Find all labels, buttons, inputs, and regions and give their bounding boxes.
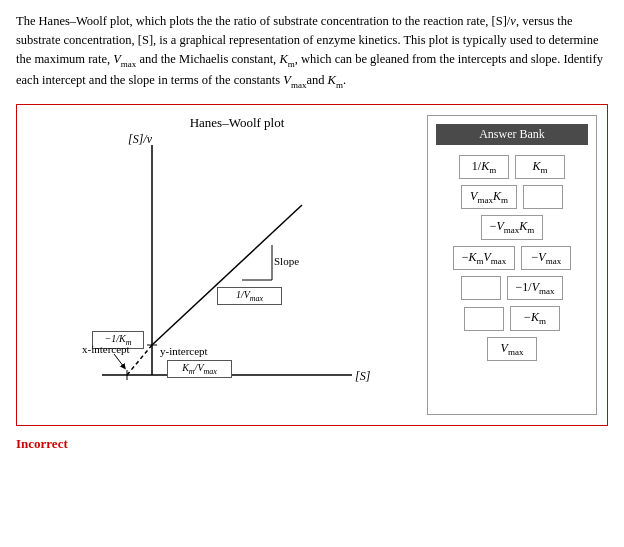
svg-text:y-intercept: y-intercept <box>160 345 208 357</box>
answer-btn-neg-vmaxkm[interactable]: −VmaxKm <box>481 215 544 239</box>
answer-row-6: −Km <box>436 306 588 330</box>
answer-row-5: −1/Vmax <box>436 276 588 300</box>
answer-bank: Answer Bank 1/Km Km VmaxKm −VmaxKm −KmVm… <box>427 115 597 415</box>
main-content-box: Hanes–Woolf plot [S]/v [S] <box>16 104 608 426</box>
answer-btn-1km[interactable]: 1/Km <box>459 155 509 179</box>
description-text: The Hanes–Woolf plot, which plots the th… <box>16 12 608 92</box>
plot-svg: [S]/v [S] Slope <box>27 135 417 405</box>
answer-row-2: VmaxKm <box>436 185 588 209</box>
answer-btn-neg-vmax[interactable]: −Vmax <box>521 246 571 270</box>
svg-line-12 <box>114 354 124 367</box>
answer-btn-vmax[interactable]: Vmax <box>487 337 537 361</box>
svg-text:Slope: Slope <box>274 255 299 267</box>
answer-btn-km[interactable]: Km <box>515 155 565 179</box>
answer-blank-3 <box>464 307 504 331</box>
answer-row-3: −VmaxKm <box>436 215 588 239</box>
svg-text:[S]/v: [S]/v <box>128 132 153 146</box>
answer-bank-title: Answer Bank <box>436 124 588 145</box>
answer-btn-neg-kmvmax[interactable]: −KmVmax <box>453 246 516 270</box>
plot-title: Hanes–Woolf plot <box>57 115 417 131</box>
svg-text:x-intercept: x-intercept <box>82 343 130 355</box>
svg-text:[S]: [S] <box>355 369 371 383</box>
svg-line-5 <box>152 205 302 345</box>
answer-blank-2 <box>461 276 501 300</box>
answer-btn-neg-km[interactable]: −Km <box>510 306 560 330</box>
answer-btn-neg-1vmax[interactable]: −1/Vmax <box>507 276 564 300</box>
answer-btn-vmaxkm[interactable]: VmaxKm <box>461 185 517 209</box>
answer-row-4: −KmVmax −Vmax <box>436 246 588 270</box>
incorrect-label: Incorrect <box>16 436 608 452</box>
answer-row-1: 1/Km Km <box>436 155 588 179</box>
answer-row-7: Vmax <box>436 337 588 361</box>
answer-blank-1 <box>523 185 563 209</box>
plot-area: Hanes–Woolf plot [S]/v [S] <box>27 115 417 415</box>
